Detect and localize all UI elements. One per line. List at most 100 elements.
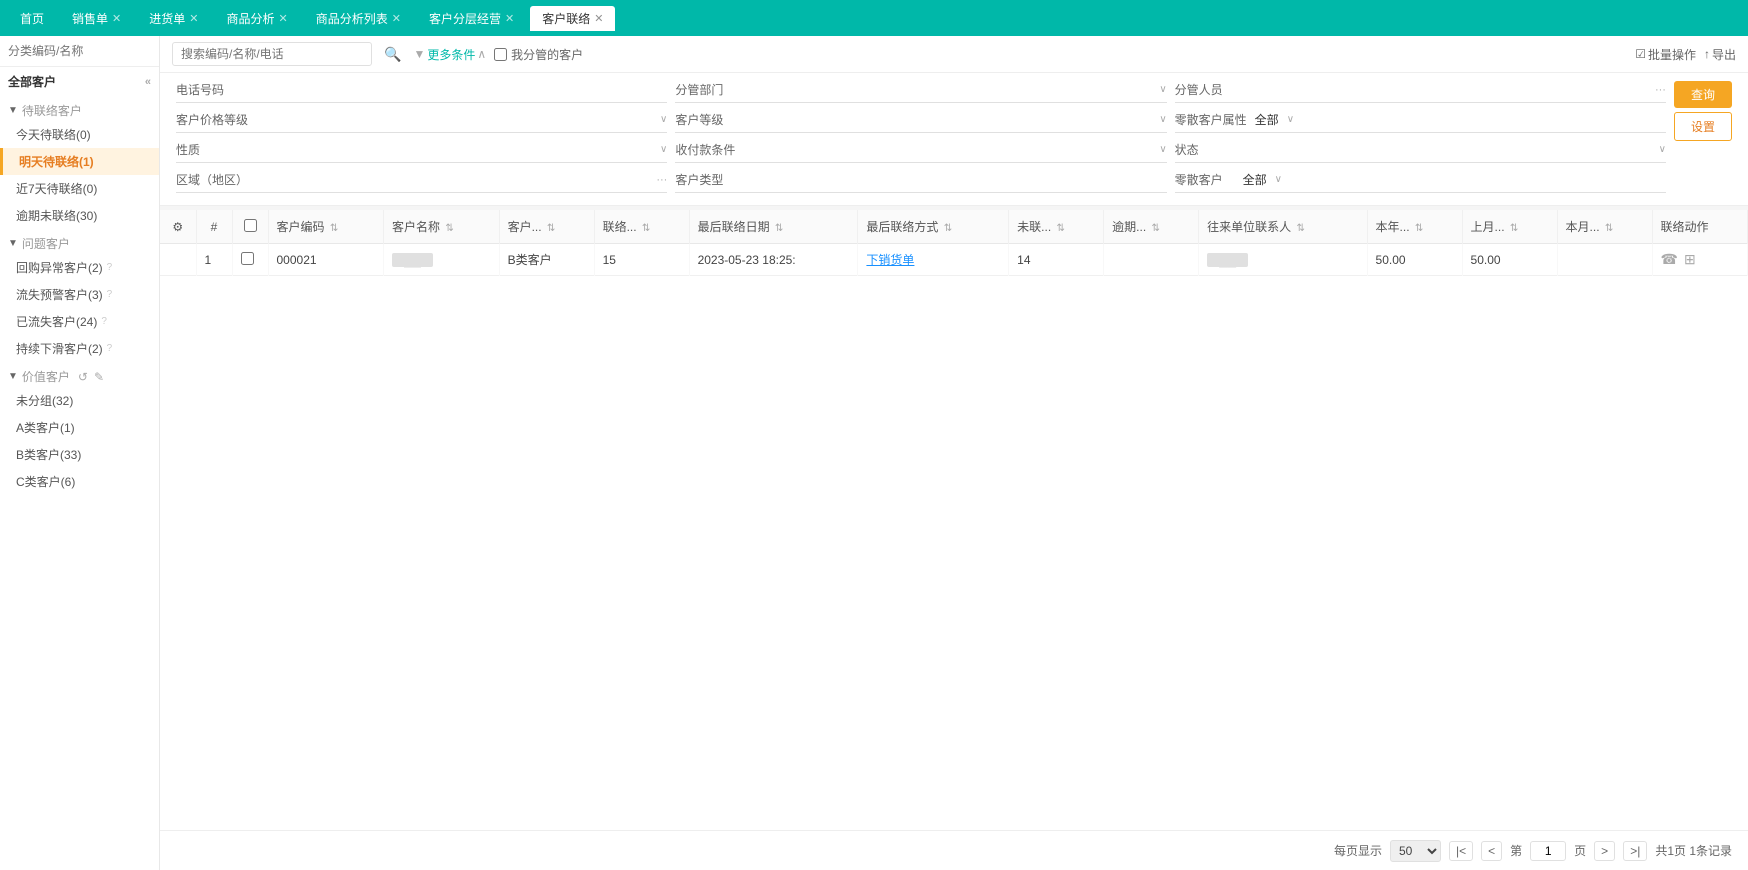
th-overdue[interactable]: 逾期... ⇅ [1104, 210, 1199, 244]
th-last-method[interactable]: 最后联络方式 ⇅ [858, 210, 1009, 244]
th-this-month[interactable]: 本月... ⇅ [1557, 210, 1652, 244]
next-page-button[interactable]: > [1594, 841, 1615, 861]
filter-retail-customer: 零散客户 全部 ∨ [1175, 171, 1666, 193]
last-page-button[interactable]: >| [1623, 841, 1647, 861]
nav-purchase-order-close[interactable]: ✕ [189, 12, 198, 25]
declining-label: 持续下滑客户(2) [16, 340, 103, 357]
th-no-contact[interactable]: 未联... ⇅ [1009, 210, 1104, 244]
problem-group-arrow: ▼ [8, 238, 18, 249]
nav-product-analysis-list[interactable]: 商品分析列表 ✕ [304, 6, 413, 31]
region-input[interactable] [252, 173, 652, 187]
nav-purchase-order[interactable]: 进货单 ✕ [137, 6, 210, 31]
customer-level-arrow[interactable]: ∨ [1159, 114, 1166, 125]
region-label: 区域（地区） [176, 171, 248, 188]
payment-input[interactable] [739, 143, 1155, 157]
customer-level-input[interactable] [739, 113, 1155, 127]
payment-arrow[interactable]: ∨ [1159, 144, 1166, 155]
table-body: 1 000021 ██ B类客户 15 2023-05-23 18:25: 下销… [160, 244, 1748, 276]
nav-sales-order[interactable]: 销售单 ✕ [60, 6, 133, 31]
retail-attr-arrow[interactable]: ∨ [1287, 114, 1294, 125]
th-check[interactable] [232, 210, 268, 244]
my-customers-checkbox-label[interactable]: 我分管的客户 [494, 46, 583, 63]
th-name[interactable]: 客户名称 ⇅ [384, 210, 500, 244]
sidebar-item-tomorrow[interactable]: 明天待联络(1) [0, 148, 159, 175]
dept-input[interactable] [739, 83, 1155, 97]
manager-dots-icon[interactable]: ··· [1655, 84, 1666, 96]
price-level-input[interactable] [252, 113, 656, 127]
search-button[interactable]: 🔍 [380, 44, 405, 65]
th-type[interactable]: 客户... ⇅ [499, 210, 594, 244]
customer-type-input[interactable] [739, 173, 1166, 187]
first-page-button[interactable]: |< [1449, 841, 1473, 861]
dept-label: 分管部门 [675, 81, 735, 98]
setting-button[interactable]: 设置 [1674, 112, 1732, 141]
region-dots-icon[interactable]: ··· [656, 174, 667, 186]
last-method-link[interactable]: 下销货单 [866, 253, 914, 267]
th-last-date[interactable]: 最后联络日期 ⇅ [689, 210, 858, 244]
today-label: 今天待联络(0) [16, 126, 91, 143]
my-customers-checkbox[interactable] [494, 48, 507, 61]
status-input[interactable] [1239, 143, 1655, 157]
nav-customer-segmentation[interactable]: 客户分层经营 ✕ [417, 6, 526, 31]
manager-input[interactable] [1239, 83, 1651, 97]
page-number-input[interactable] [1530, 841, 1566, 861]
row-checkbox[interactable] [241, 252, 254, 265]
batch-op-label: 批量操作 [1648, 46, 1696, 63]
detail-action-icon[interactable]: ⊞ [1684, 251, 1696, 268]
cell-last-method[interactable]: 下销货单 [858, 244, 1009, 276]
sidebar-item-declining[interactable]: 持续下滑客户(2) ? [0, 335, 159, 362]
nav-product-analysis-list-close[interactable]: ✕ [392, 12, 401, 25]
th-last-month[interactable]: 上月... ⇅ [1462, 210, 1557, 244]
prev-page-button[interactable]: < [1481, 841, 1502, 861]
sidebar-group-problem: ▼ 问题客户 [0, 229, 159, 254]
sidebar-item-7days[interactable]: 近7天待联络(0) [0, 175, 159, 202]
sidebar-search-input[interactable] [8, 44, 160, 58]
sidebar-item-repurchase-abnormal[interactable]: 回购异常客户(2) ? [0, 254, 159, 281]
sidebar-item-class-b[interactable]: B类客户(33) [0, 441, 159, 468]
value-group-edit[interactable]: ✎ [94, 370, 104, 384]
nav-home[interactable]: 首页 [8, 6, 56, 31]
th-contacts[interactable]: 联络... ⇅ [594, 210, 689, 244]
more-conditions-button[interactable]: ▼ 更多条件 ∧ [413, 46, 486, 63]
th-settings[interactable]: ⚙ [160, 210, 196, 244]
cell-checkbox[interactable] [232, 244, 268, 276]
sidebar: 🔍 全部客户 « ▼ 待联络客户 今天待联络(0) 明天待联络(1) 近7天待联… [0, 36, 160, 870]
batch-op-button[interactable]: ☑ 批量操作 [1635, 46, 1696, 63]
query-button[interactable]: 查询 [1674, 81, 1732, 108]
phone-input[interactable] [240, 83, 667, 97]
th-this-year[interactable]: 本年... ⇅ [1367, 210, 1462, 244]
sidebar-item-churn-warning[interactable]: 流失预警客户(3) ? [0, 281, 159, 308]
nav-product-analysis-close[interactable]: ✕ [279, 12, 288, 25]
sidebar-item-churned[interactable]: 已流失客户(24) ? [0, 308, 159, 335]
nature-arrow[interactable]: ∨ [660, 144, 667, 155]
retail-customer-arrow[interactable]: ∨ [1275, 174, 1282, 185]
search-input[interactable] [172, 42, 372, 66]
table-area: ⚙ # 客户编码 ⇅ 客户名称 ⇅ 客户... ⇅ [160, 210, 1748, 830]
sidebar-item-today[interactable]: 今天待联络(0) [0, 121, 159, 148]
th-contact-person[interactable]: 往来单位联系人 ⇅ [1199, 210, 1367, 244]
nav-customer-contact[interactable]: 客户联络 ✕ [530, 6, 615, 31]
sidebar-all-customers[interactable]: 全部客户 « [0, 67, 159, 96]
export-button[interactable]: ↑ 导出 [1704, 46, 1736, 63]
nav-customer-segmentation-close[interactable]: ✕ [505, 12, 514, 25]
th-code[interactable]: 客户编码 ⇅ [268, 210, 384, 244]
nav-sales-order-close[interactable]: ✕ [112, 12, 121, 25]
contact-action-icon[interactable]: ☎ [1661, 251, 1678, 268]
nature-input[interactable] [240, 143, 656, 157]
cell-this-month [1557, 244, 1652, 276]
nav-product-analysis[interactable]: 商品分析 ✕ [214, 6, 299, 31]
select-all-checkbox[interactable] [244, 219, 257, 232]
filter-customer-type: 客户类型 [675, 171, 1166, 193]
value-group-refresh[interactable]: ↺ [78, 370, 88, 384]
dept-arrow-icon[interactable]: ∨ [1159, 84, 1166, 95]
page-size-select[interactable]: 50 100 200 [1390, 840, 1441, 862]
sidebar-item-overdue[interactable]: 逾期未联络(30) [0, 202, 159, 229]
customer-table: ⚙ # 客户编码 ⇅ 客户名称 ⇅ 客户... ⇅ [160, 210, 1748, 276]
customer-type-label: 客户类型 [675, 171, 735, 188]
sidebar-item-ungrouped[interactable]: 未分组(32) [0, 387, 159, 414]
status-arrow[interactable]: ∨ [1659, 144, 1666, 155]
price-level-arrow[interactable]: ∨ [660, 114, 667, 125]
sidebar-item-class-a[interactable]: A类客户(1) [0, 414, 159, 441]
nav-customer-contact-close[interactable]: ✕ [594, 12, 603, 25]
sidebar-item-class-c[interactable]: C类客户(6) [0, 468, 159, 495]
